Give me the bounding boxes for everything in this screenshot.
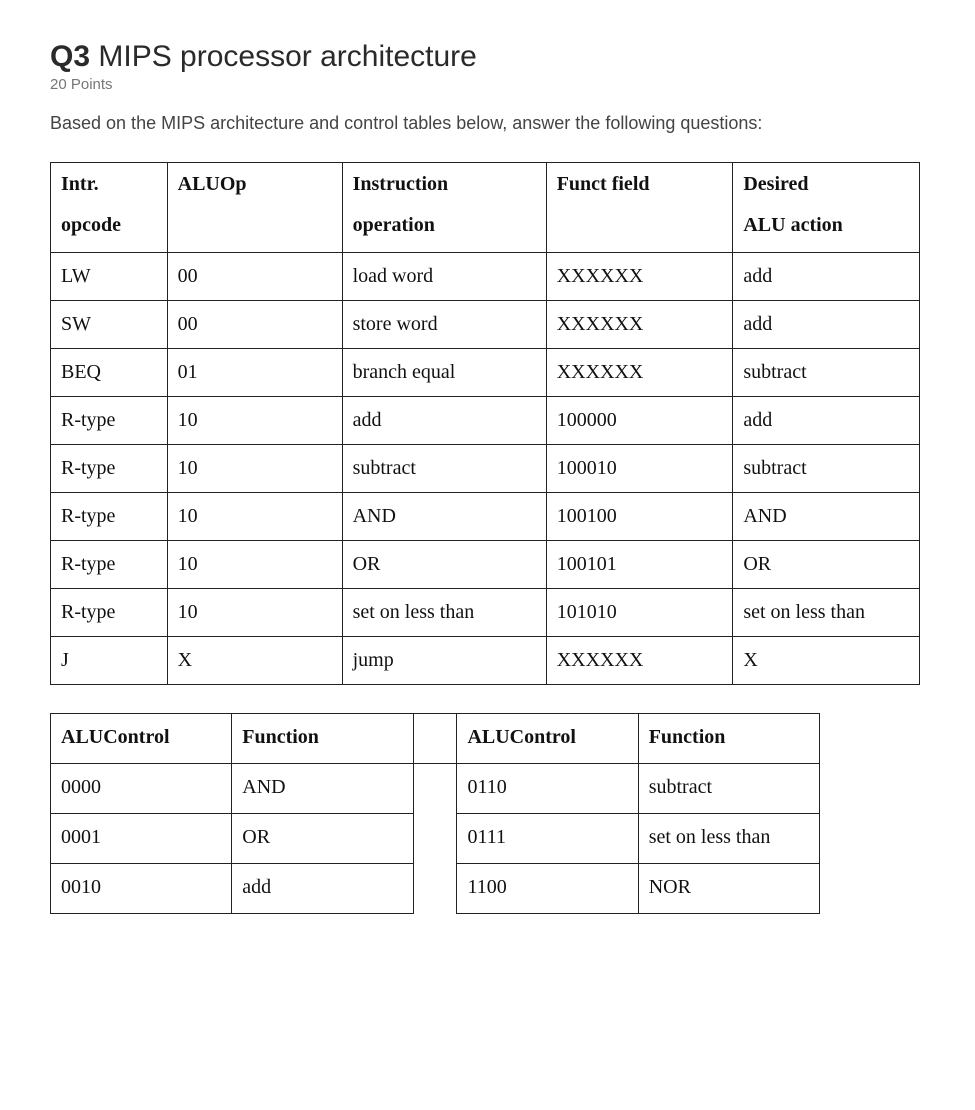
table-row: JXjumpXXXXXXX [51,637,920,685]
alu-action-table: Intr. opcode ALUOp Instruction operation… [50,162,920,685]
cell-instr: OR [342,541,546,589]
cell-instr: load word [342,253,546,301]
question-title: MIPS processor architecture [98,40,476,73]
cell-funct: XXXXXX [546,301,733,349]
cell-alucontrol: 0001 [51,814,232,864]
cell-action: X [733,637,920,685]
cell-opcode: R-type [51,493,168,541]
cell-aluop: 00 [167,253,342,301]
cell-opcode: BEQ [51,349,168,397]
col-alucontrol-header-left: ALUControl [51,714,232,764]
points-label: 20 Points [50,76,925,93]
cell-opcode: LW [51,253,168,301]
cell-instr: jump [342,637,546,685]
question-heading: Q3 MIPS processor architecture [50,40,925,74]
table-row: R-type10add100000add [51,397,920,445]
col-alucontrol-header-right: ALUControl [457,714,638,764]
cell-alucontrol: 0110 [457,764,638,814]
cell-alucontrol: 0111 [457,814,638,864]
cell-action: add [733,301,920,349]
cell-aluop: 10 [167,541,342,589]
cell-opcode: R-type [51,541,168,589]
cell-alucontrol: 1100 [457,864,638,914]
cell-function: add [232,864,413,914]
cell-instr: set on less than [342,589,546,637]
cell-action: add [733,397,920,445]
col-action-header: Desired ALU action [733,163,920,253]
cell-instr: store word [342,301,546,349]
cell-action: AND [733,493,920,541]
cell-opcode: R-type [51,589,168,637]
cell-opcode: R-type [51,445,168,493]
table-row: 0000AND 0110subtract [51,764,820,814]
question-prompt: Based on the MIPS architecture and contr… [50,113,925,134]
cell-aluop: 00 [167,301,342,349]
cell-function: subtract [638,764,819,814]
cell-instr: add [342,397,546,445]
cell-aluop: 01 [167,349,342,397]
cell-instr: subtract [342,445,546,493]
table-spacer [413,814,457,864]
table-spacer [413,864,457,914]
table-row: R-type10subtract100010subtract [51,445,920,493]
table-row: 0010add 1100NOR [51,864,820,914]
alu-control-table: ALUControl Function ALUControl Function … [50,713,820,914]
cell-action: OR [733,541,920,589]
cell-aluop: 10 [167,493,342,541]
cell-funct: 100100 [546,493,733,541]
cell-alucontrol: 0010 [51,864,232,914]
cell-instr: branch equal [342,349,546,397]
cell-function: set on less than [638,814,819,864]
question-number: Q3 [50,40,90,73]
table-spacer [413,764,457,814]
table-row: R-type10set on less than101010set on les… [51,589,920,637]
cell-funct: XXXXXX [546,637,733,685]
cell-funct: 100101 [546,541,733,589]
cell-alucontrol: 0000 [51,764,232,814]
table-row: R-type10OR100101OR [51,541,920,589]
col-funct-header: Funct field [546,163,733,253]
cell-aluop: X [167,637,342,685]
cell-action: subtract [733,349,920,397]
table-row: R-type10AND100100AND [51,493,920,541]
col-function-header-left: Function [232,714,413,764]
table-row: BEQ01branch equalXXXXXXsubtract [51,349,920,397]
cell-aluop: 10 [167,445,342,493]
col-opcode-header: Intr. opcode [51,163,168,253]
cell-opcode: J [51,637,168,685]
cell-funct: 100000 [546,397,733,445]
table-spacer [413,714,457,764]
cell-function: OR [232,814,413,864]
cell-function: NOR [638,864,819,914]
cell-opcode: SW [51,301,168,349]
col-instruction-header: Instruction operation [342,163,546,253]
table-row: SW00store wordXXXXXXadd [51,301,920,349]
cell-aluop: 10 [167,589,342,637]
cell-function: AND [232,764,413,814]
col-aluop-header: ALUOp [167,163,342,253]
cell-funct: 101010 [546,589,733,637]
cell-funct: XXXXXX [546,253,733,301]
col-function-header-right: Function [638,714,819,764]
cell-action: add [733,253,920,301]
table-row: LW00load wordXXXXXXadd [51,253,920,301]
cell-funct: 100010 [546,445,733,493]
table-row: 0001OR 0111set on less than [51,814,820,864]
cell-opcode: R-type [51,397,168,445]
cell-action: set on less than [733,589,920,637]
cell-action: subtract [733,445,920,493]
cell-aluop: 10 [167,397,342,445]
cell-funct: XXXXXX [546,349,733,397]
cell-instr: AND [342,493,546,541]
